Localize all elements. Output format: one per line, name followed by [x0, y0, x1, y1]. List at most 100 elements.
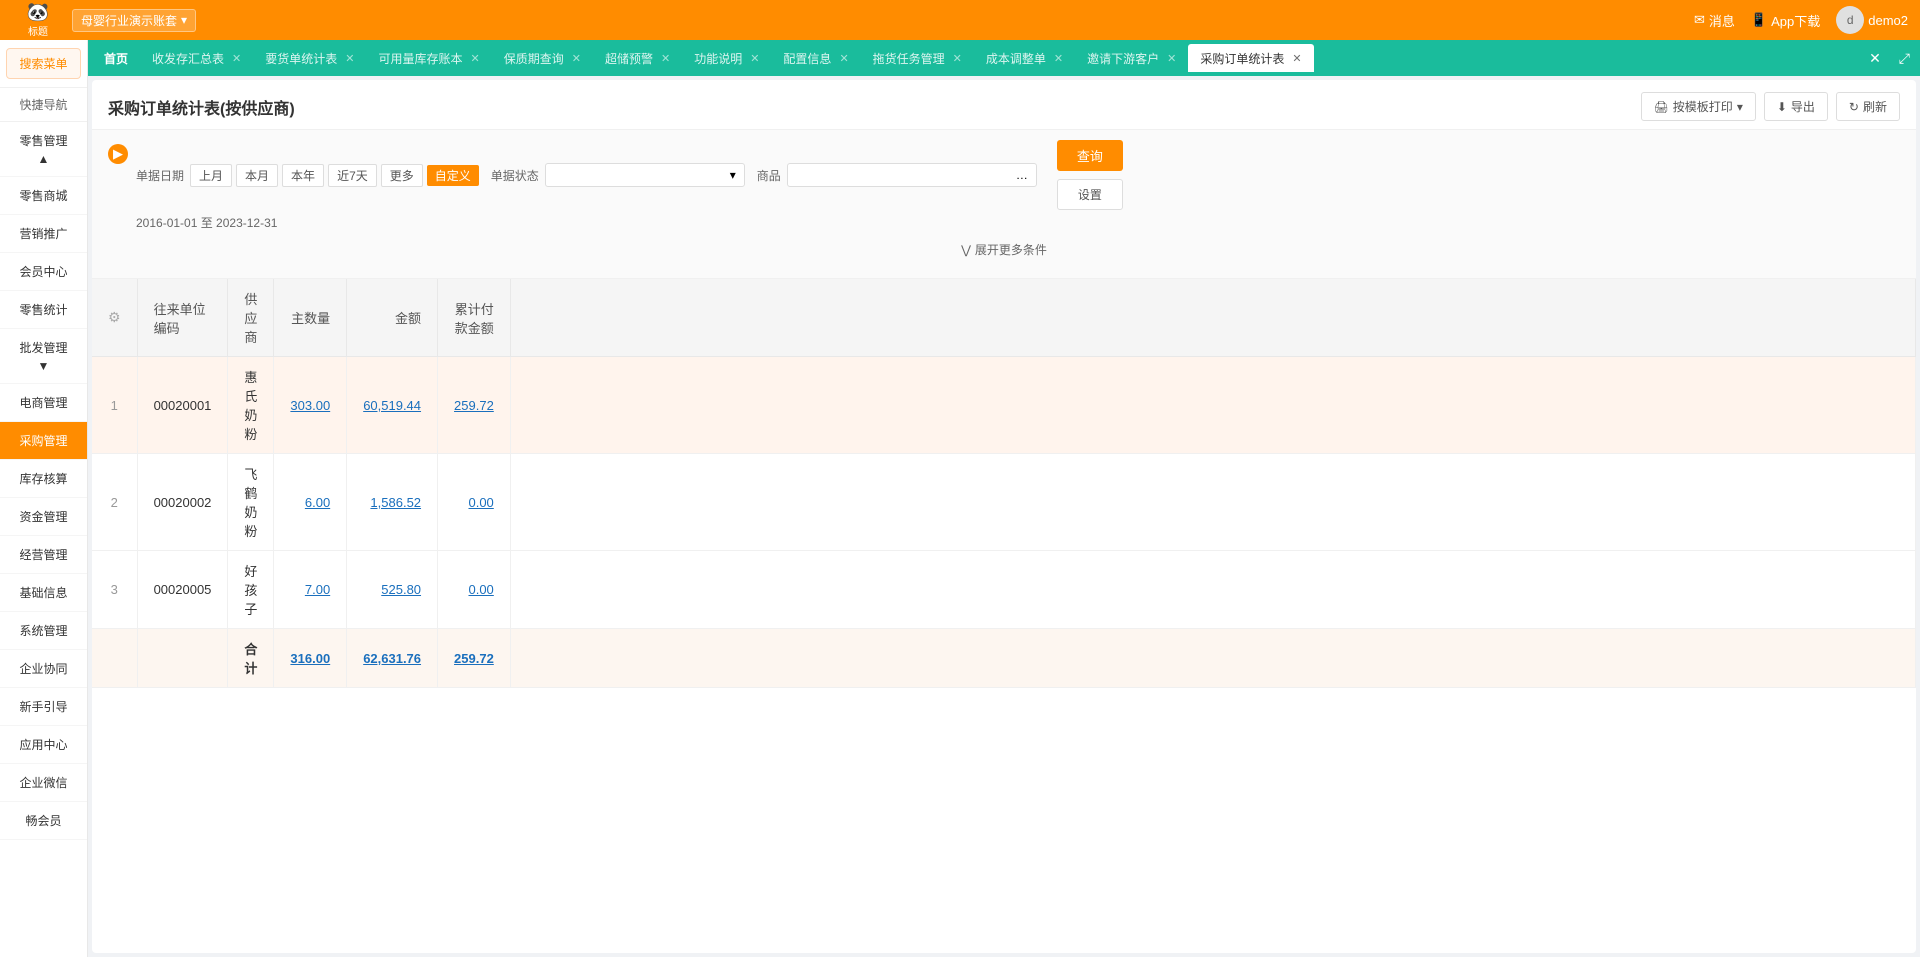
row1-amount[interactable]: 60,519.44: [347, 357, 438, 454]
tab-caigoTongji-close[interactable]: ✕: [1292, 52, 1301, 65]
page-header-actions: 🖨 按模板打印 ▾ ⬇ 导出 ↻ 刷新: [1641, 92, 1900, 121]
export-button[interactable]: ⬇ 导出: [1764, 92, 1828, 121]
quick-nav-area[interactable]: 快捷导航: [0, 88, 87, 122]
app-download-btn[interactable]: 📱 App下载: [1751, 11, 1820, 30]
user-menu[interactable]: d demo2: [1836, 6, 1908, 34]
filter-collapse-btn[interactable]: ▶: [108, 144, 128, 164]
sidebar-item-enterprise[interactable]: 企业协同: [0, 650, 87, 688]
goods-filter: 商品 …: [757, 163, 1037, 187]
tab-peizhi-close[interactable]: ✕: [839, 52, 848, 65]
print-button[interactable]: 🖨 按模板打印 ▾: [1641, 92, 1756, 121]
tab-home[interactable]: 首页: [92, 44, 140, 72]
breadcrumb-select[interactable]: 母婴行业演示账套 ▾: [72, 9, 196, 32]
col-supplier: 供应商: [228, 279, 274, 357]
sidebar-item-wholesale[interactable]: 批发管理 ▼: [0, 329, 87, 384]
row3-paid[interactable]: 0.00: [438, 551, 511, 629]
sidebar-item-wechat[interactable]: 企业微信: [0, 764, 87, 802]
tab-caigoTongji[interactable]: 采购订单统计表 ✕: [1188, 44, 1313, 72]
tab-baoquan-close[interactable]: ✕: [572, 52, 581, 65]
filter-expand-row: ⋁ 展开更多条件: [108, 231, 1900, 268]
tab-yaohuoDan[interactable]: 要货单统计表 ✕: [253, 44, 366, 72]
tab-keyong-close[interactable]: ✕: [471, 52, 480, 65]
sidebar-item-member[interactable]: 会员中心: [0, 253, 87, 291]
tab-close-btn[interactable]: ✕: [1863, 48, 1887, 69]
sidebar-item-basic[interactable]: 基础信息: [0, 574, 87, 612]
tab-tuoHuo-close[interactable]: ✕: [953, 52, 962, 65]
sidebar-item-retail-stat[interactable]: 零售统计: [0, 291, 87, 329]
sidebar-item-marketing[interactable]: 营销推广: [0, 215, 87, 253]
row3-amount[interactable]: 525.80: [347, 551, 438, 629]
tab-maximize-btn[interactable]: ⤢: [1893, 48, 1916, 69]
row2-extra: [510, 454, 1915, 551]
data-table: ⚙ 往来单位编码 供应商 主数量 金额 累计付款金额 1: [92, 279, 1916, 688]
col-paid: 累计付款金额: [438, 279, 511, 357]
sidebar-item-purchase[interactable]: 采购管理: [0, 422, 87, 460]
tab-shoufaHuizong[interactable]: 收发存汇总表 ✕: [140, 44, 253, 72]
tab-chengben-close[interactable]: ✕: [1054, 52, 1063, 65]
footer-paid: 259.72: [438, 629, 511, 688]
sidebar-item-inventory[interactable]: 库存核算: [0, 460, 87, 498]
row2-qty[interactable]: 6.00: [274, 454, 347, 551]
tab-gongneng-close[interactable]: ✕: [750, 52, 759, 65]
tab-chengben[interactable]: 成本调整单 ✕: [974, 44, 1075, 72]
tab-peizhi[interactable]: 配置信息 ✕: [771, 44, 860, 72]
row3-qty[interactable]: 7.00: [274, 551, 347, 629]
sidebar-item-retail-shop[interactable]: 零售商城: [0, 177, 87, 215]
tab-gongneng[interactable]: 功能说明 ✕: [682, 44, 771, 72]
shortcut-this-year[interactable]: 本年: [282, 164, 324, 187]
status-select[interactable]: ▾: [545, 163, 745, 187]
export-label: 导出: [1791, 98, 1815, 115]
refresh-button[interactable]: ↻ 刷新: [1836, 92, 1900, 121]
system-label: 系统管理: [19, 622, 67, 639]
tab-tuoHuo[interactable]: 拖货任务管理 ✕: [861, 44, 974, 72]
tab-keyong[interactable]: 可用量库存账本 ✕: [366, 44, 491, 72]
sidebar-item-system[interactable]: 系统管理: [0, 612, 87, 650]
col-qty: 主数量: [274, 279, 347, 357]
row2-paid[interactable]: 0.00: [438, 454, 511, 551]
row1-paid[interactable]: 259.72: [438, 357, 511, 454]
logo-text: 标题: [28, 23, 48, 38]
tab-chaoChu[interactable]: 超储预警 ✕: [593, 44, 682, 72]
table-footer-row: 合计 316.00 62,631.76 259.72: [92, 629, 1916, 688]
expand-label: 展开更多条件: [975, 241, 1047, 258]
finance-label: 资金管理: [19, 508, 67, 525]
row1-extra: [510, 357, 1915, 454]
row2-amount[interactable]: 1,586.52: [347, 454, 438, 551]
col-settings[interactable]: ⚙: [92, 279, 137, 357]
expand-more-btn[interactable]: ⋁ 展开更多条件: [949, 237, 1059, 262]
sidebar-item-operation[interactable]: 经营管理: [0, 536, 87, 574]
search-menu-button[interactable]: 搜索菜单: [6, 48, 81, 79]
tab-baoquan[interactable]: 保质期查询 ✕: [492, 44, 593, 72]
message-btn[interactable]: ✉ 消息: [1694, 11, 1735, 30]
logo-icon: 🐼: [27, 2, 49, 23]
sidebar-item-newbie[interactable]: 新手引导: [0, 688, 87, 726]
message-icon: ✉: [1694, 12, 1705, 28]
shortcut-more[interactable]: 更多: [381, 164, 423, 187]
sidebar-item-finance[interactable]: 资金管理: [0, 498, 87, 536]
row2-supplier: 飞鹤奶粉: [228, 454, 274, 551]
query-button[interactable]: 查询: [1057, 140, 1123, 171]
footer-extra: [510, 629, 1915, 688]
row1-qty[interactable]: 303.00: [274, 357, 347, 454]
tab-yaohuoDan-close[interactable]: ✕: [345, 52, 354, 65]
shortcut-7days[interactable]: 近7天: [328, 164, 377, 187]
tab-yaohuoDan-label: 要货单统计表: [265, 50, 337, 67]
tab-shoufaHuizong-close[interactable]: ✕: [232, 52, 241, 65]
shortcut-last-month[interactable]: 上月: [190, 164, 232, 187]
sidebar-item-ecommerce[interactable]: 电商管理: [0, 384, 87, 422]
logo[interactable]: 🐼 标题: [12, 2, 64, 38]
col-extra: [510, 279, 1915, 357]
goods-input[interactable]: …: [787, 163, 1037, 187]
settings-button[interactable]: 设置: [1057, 179, 1123, 210]
sidebar-item-retail[interactable]: 零售管理 ▲: [0, 122, 87, 177]
shortcut-this-month[interactable]: 本月: [236, 164, 278, 187]
tab-yaoqing[interactable]: 邀请下游客户 ✕: [1075, 44, 1188, 72]
custom-badge[interactable]: 自定义: [427, 165, 479, 186]
sidebar-item-appstore[interactable]: 应用中心: [0, 726, 87, 764]
expand-down-icon: ⋁: [961, 243, 971, 257]
retail-label: 零售管理: [19, 132, 67, 149]
tab-yaoqing-close[interactable]: ✕: [1167, 52, 1176, 65]
tab-chaoChu-close[interactable]: ✕: [661, 52, 670, 65]
table-row: 1 00020001 惠氏奶粉 303.00 60,519.44 259.72: [92, 357, 1916, 454]
sidebar-item-vip[interactable]: 畅会员: [0, 802, 87, 840]
